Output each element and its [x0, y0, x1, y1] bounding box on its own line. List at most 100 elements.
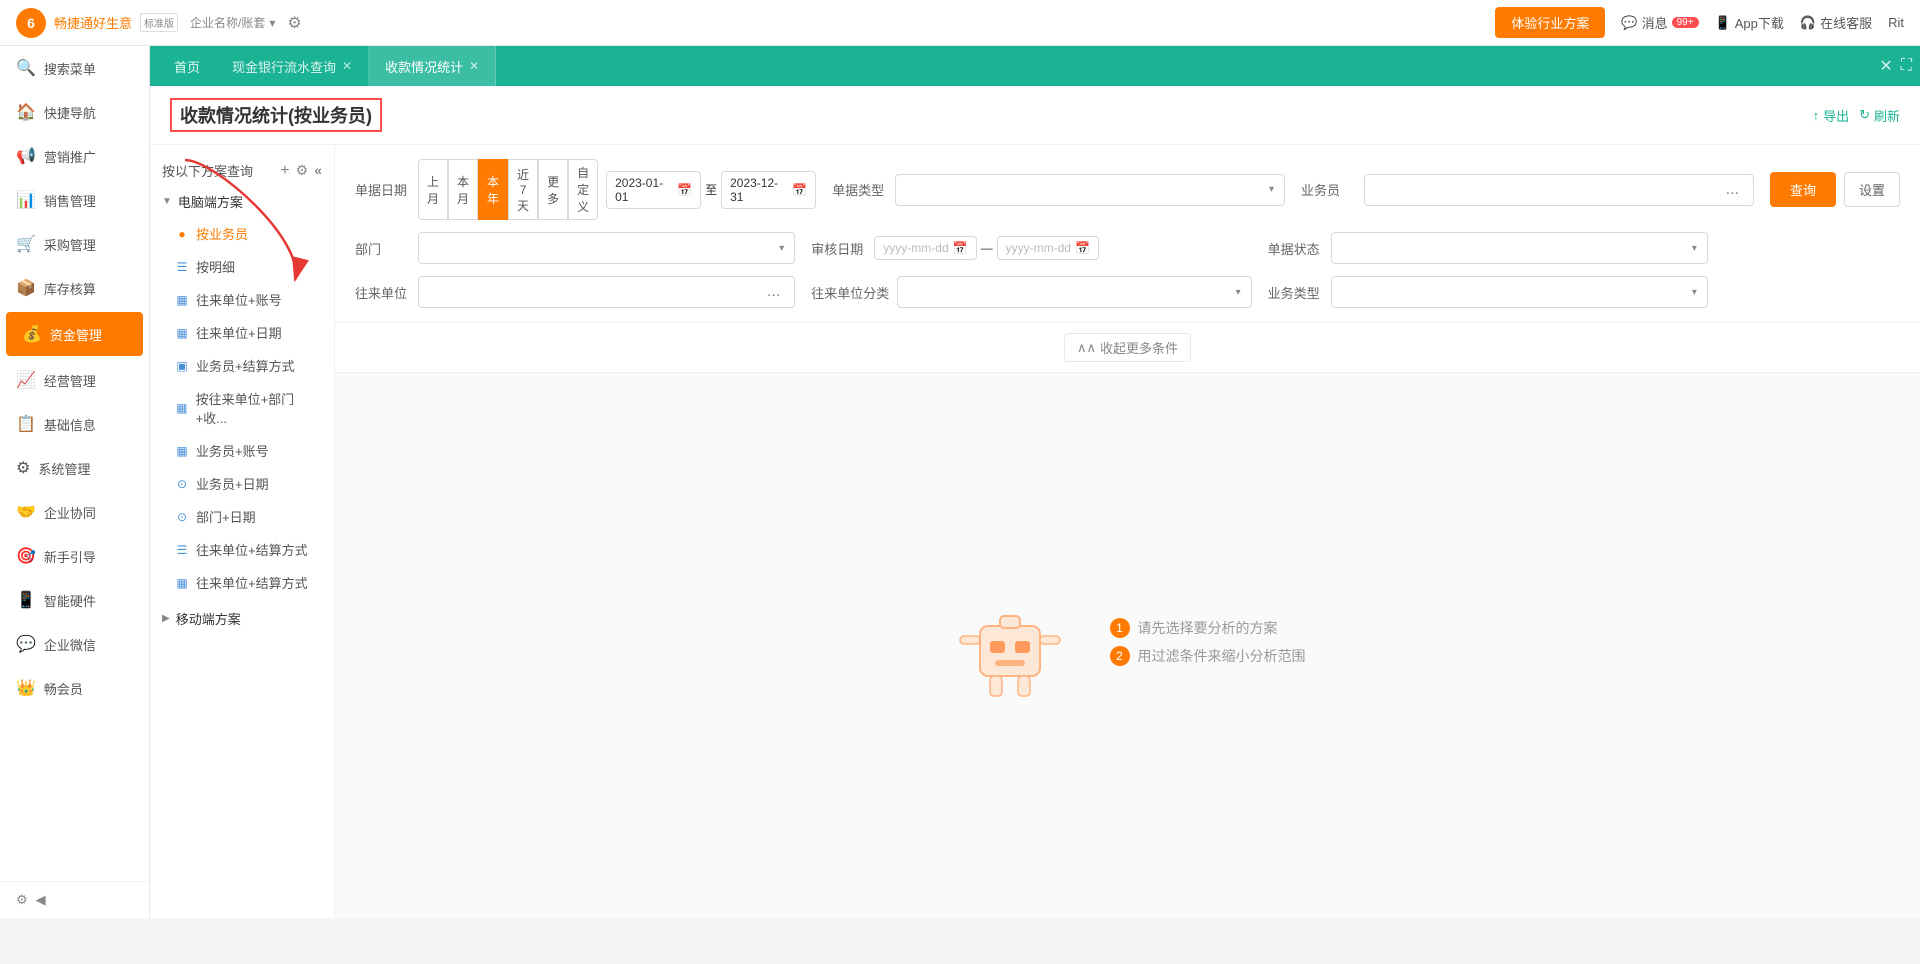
query-conditions: 单据日期 上月 本月 本年 近7天 更多 自定义 2023-01-01	[335, 145, 1920, 323]
sidebar-item-member[interactable]: 👑 畅会员	[0, 666, 149, 710]
top-bar: 6 畅捷通好生意 标准版 企业名称/账套 ▾ ⚙ 体验行业方案 💬 消息 99+…	[0, 0, 1920, 46]
export-button[interactable]: ↑ 导出	[1813, 106, 1850, 125]
tab-close-collection[interactable]: ✕	[469, 59, 479, 73]
settings-button[interactable]: 设置	[1844, 172, 1900, 207]
tab-fullscreen-icon[interactable]: ⛶	[1901, 57, 1912, 75]
settings-icon[interactable]: ⚙	[287, 13, 301, 33]
partner-category-select[interactable]: ▾	[897, 276, 1251, 308]
export-icon: ↑	[1813, 108, 1820, 123]
scheme-item-label: 往来单位+账号	[196, 290, 282, 309]
sidebar-item-quick-nav[interactable]: 🏠 快捷导航	[0, 90, 149, 134]
date-from-input[interactable]: 2023-01-01 📅	[606, 171, 701, 209]
scheme-item-salesman-account[interactable]: ▦ 业务员+账号	[150, 434, 334, 467]
scheme-item-partner-settle2[interactable]: ▦ 往来单位+结算方式	[150, 566, 334, 599]
more-btn[interactable]: 更多	[538, 159, 568, 220]
review-date-to-input[interactable]: yyyy-mm-dd 📅	[997, 236, 1099, 260]
dropdown-icon: ▾	[1236, 287, 1241, 298]
tab-bank-flow[interactable]: 现金银行流水查询 ✕	[216, 46, 369, 86]
this-month-btn[interactable]: 本月	[448, 159, 478, 220]
scheme-item-partner-settle1[interactable]: ☰ 往来单位+结算方式	[150, 533, 334, 566]
salesman-dots[interactable]: ...	[1722, 181, 1743, 199]
sidebar-item-search-menu[interactable]: 🔍 搜索菜单	[0, 46, 149, 90]
sidebar-item-marketing[interactable]: 📢 营销推广	[0, 134, 149, 178]
trial-button[interactable]: 体验行业方案	[1495, 7, 1605, 38]
sidebar-item-operation[interactable]: 📈 经营管理	[0, 358, 149, 402]
scheme-item-icon: ⊙	[174, 476, 190, 492]
group-expand-arrow: ▶	[162, 613, 170, 624]
scheme-settings-icon[interactable]: ⚙	[296, 162, 309, 180]
sidebar-item-basic-info[interactable]: 📋 基础信息	[0, 402, 149, 446]
this-year-btn[interactable]: 本年	[478, 159, 508, 220]
dept-condition: 部门 ▾	[355, 232, 795, 264]
custom-btn[interactable]: 自定义	[568, 159, 598, 220]
settings-bottom-icon[interactable]: ⚙	[16, 892, 28, 908]
scheme-item-icon: ▣	[174, 358, 190, 374]
scheme-group-mobile-title[interactable]: ▶ 移动端方案	[150, 603, 334, 634]
partner-dots[interactable]: ...	[763, 283, 784, 301]
message-item[interactable]: 💬 消息 99+	[1621, 13, 1698, 32]
online-service-item[interactable]: 🎧 在线客服	[1800, 13, 1872, 32]
review-date-from-input[interactable]: yyyy-mm-dd 📅	[874, 236, 976, 260]
app-download-item[interactable]: 📱 App下载	[1715, 13, 1784, 32]
type-select[interactable]: ▾	[895, 174, 1285, 206]
tab-collection-stats[interactable]: 收款情况统计 ✕	[369, 46, 496, 86]
doc-status-label: 单据状态	[1268, 239, 1323, 258]
date-condition: 单据日期 上月 本月 本年 近7天 更多 自定义 2023-01-01	[355, 159, 816, 220]
biz-type-select[interactable]: ▾	[1331, 276, 1708, 308]
scheme-item-partner-dept[interactable]: ▦ 按往来单位+部门+收...	[150, 382, 334, 434]
sidebar-item-enterprise[interactable]: 🤝 企业协同	[0, 490, 149, 534]
doc-status-select[interactable]: ▾	[1331, 232, 1708, 264]
sidebar-item-finance[interactable]: 💰 资金管理	[6, 312, 143, 356]
partner-label: 往来单位	[355, 283, 410, 302]
review-date-range: yyyy-mm-dd 📅 — yyyy-mm-dd 📅	[874, 236, 1099, 260]
scheme-item-salesman-settle[interactable]: ▣ 业务员+结算方式	[150, 349, 334, 382]
salesman-input[interactable]: ...	[1364, 174, 1754, 206]
app-download-icon: 📱	[1715, 15, 1731, 31]
sidebar-item-sales[interactable]: 📊 销售管理	[0, 178, 149, 222]
scheme-item-icon: ⊙	[174, 509, 190, 525]
empty-step-1: 1 请先选择要分析的方案	[1110, 618, 1306, 638]
add-scheme-icon[interactable]: +	[280, 162, 289, 180]
tab-home[interactable]: 首页	[158, 57, 216, 76]
scheme-item-partner-account[interactable]: ▦ 往来单位+账号	[150, 283, 334, 316]
sidebar-item-inventory[interactable]: 📦 库存核算	[0, 266, 149, 310]
dept-select[interactable]: ▾	[418, 232, 795, 264]
page-header: 收款情况统计(按业务员) ↑ 导出 ↻ 刷新	[150, 86, 1920, 145]
scheme-item-icon: ☰	[174, 259, 190, 275]
refresh-icon: ↻	[1859, 107, 1870, 123]
wechat-icon: 💬	[16, 634, 36, 654]
type-condition: 单据类型 ▾	[832, 174, 1285, 206]
operation-icon: 📈	[16, 370, 36, 390]
scheme-item-by-detail[interactable]: ☰ 按明细	[150, 250, 334, 283]
scheme-collapse-icon[interactable]: «	[314, 162, 322, 180]
scheme-group-label: 移动端方案	[176, 609, 241, 628]
collapse-button[interactable]: ∧∧ 收起更多条件	[1064, 333, 1191, 362]
recent7-btn[interactable]: 近7天	[508, 159, 538, 220]
sidebar-item-system[interactable]: ⚙ 系统管理	[0, 446, 149, 490]
date-to-input[interactable]: 2023-12-31 📅	[721, 171, 816, 209]
scheme-item-salesman-date[interactable]: ⊙ 业务员+日期	[150, 467, 334, 500]
scheme-item-partner-date[interactable]: ▦ 往来单位+日期	[150, 316, 334, 349]
query-button[interactable]: 查询	[1770, 172, 1836, 207]
page-actions: ↑ 导出 ↻ 刷新	[1813, 106, 1900, 125]
sidebar-item-purchase[interactable]: 🛒 采购管理	[0, 222, 149, 266]
scheme-group-desktop-title[interactable]: ▼ 电脑端方案	[150, 186, 334, 217]
prev-month-btn[interactable]: 上月	[418, 159, 448, 220]
scheme-item-dept-date[interactable]: ⊙ 部门+日期	[150, 500, 334, 533]
tab-close-all-icon[interactable]: ✕	[1879, 56, 1892, 76]
refresh-button[interactable]: ↻ 刷新	[1859, 106, 1900, 125]
scheme-item-by-salesman[interactable]: ● 按业务员	[150, 217, 334, 250]
finance-icon: 💰	[22, 324, 42, 344]
user-area[interactable]: Rit	[1888, 15, 1904, 30]
partner-input[interactable]: ...	[418, 276, 795, 308]
sidebar-item-smart-hardware[interactable]: 📱 智能硬件	[0, 578, 149, 622]
tab-close-bank-flow[interactable]: ✕	[342, 59, 352, 73]
calendar-icon: 📅	[677, 183, 692, 197]
scheme-group-mobile: ▶ 移动端方案	[150, 603, 334, 634]
review-date-from: yyyy-mm-dd	[883, 241, 948, 255]
collapse-sidebar-icon[interactable]: ◀	[36, 892, 46, 908]
biz-type-label: 业务类型	[1268, 283, 1323, 302]
sidebar-item-wechat[interactable]: 💬 企业微信	[0, 622, 149, 666]
empty-state: 1 请先选择要分析的方案 2 用过滤条件来缩小分析范围	[335, 373, 1920, 918]
sidebar-item-guide[interactable]: 🎯 新手引导	[0, 534, 149, 578]
